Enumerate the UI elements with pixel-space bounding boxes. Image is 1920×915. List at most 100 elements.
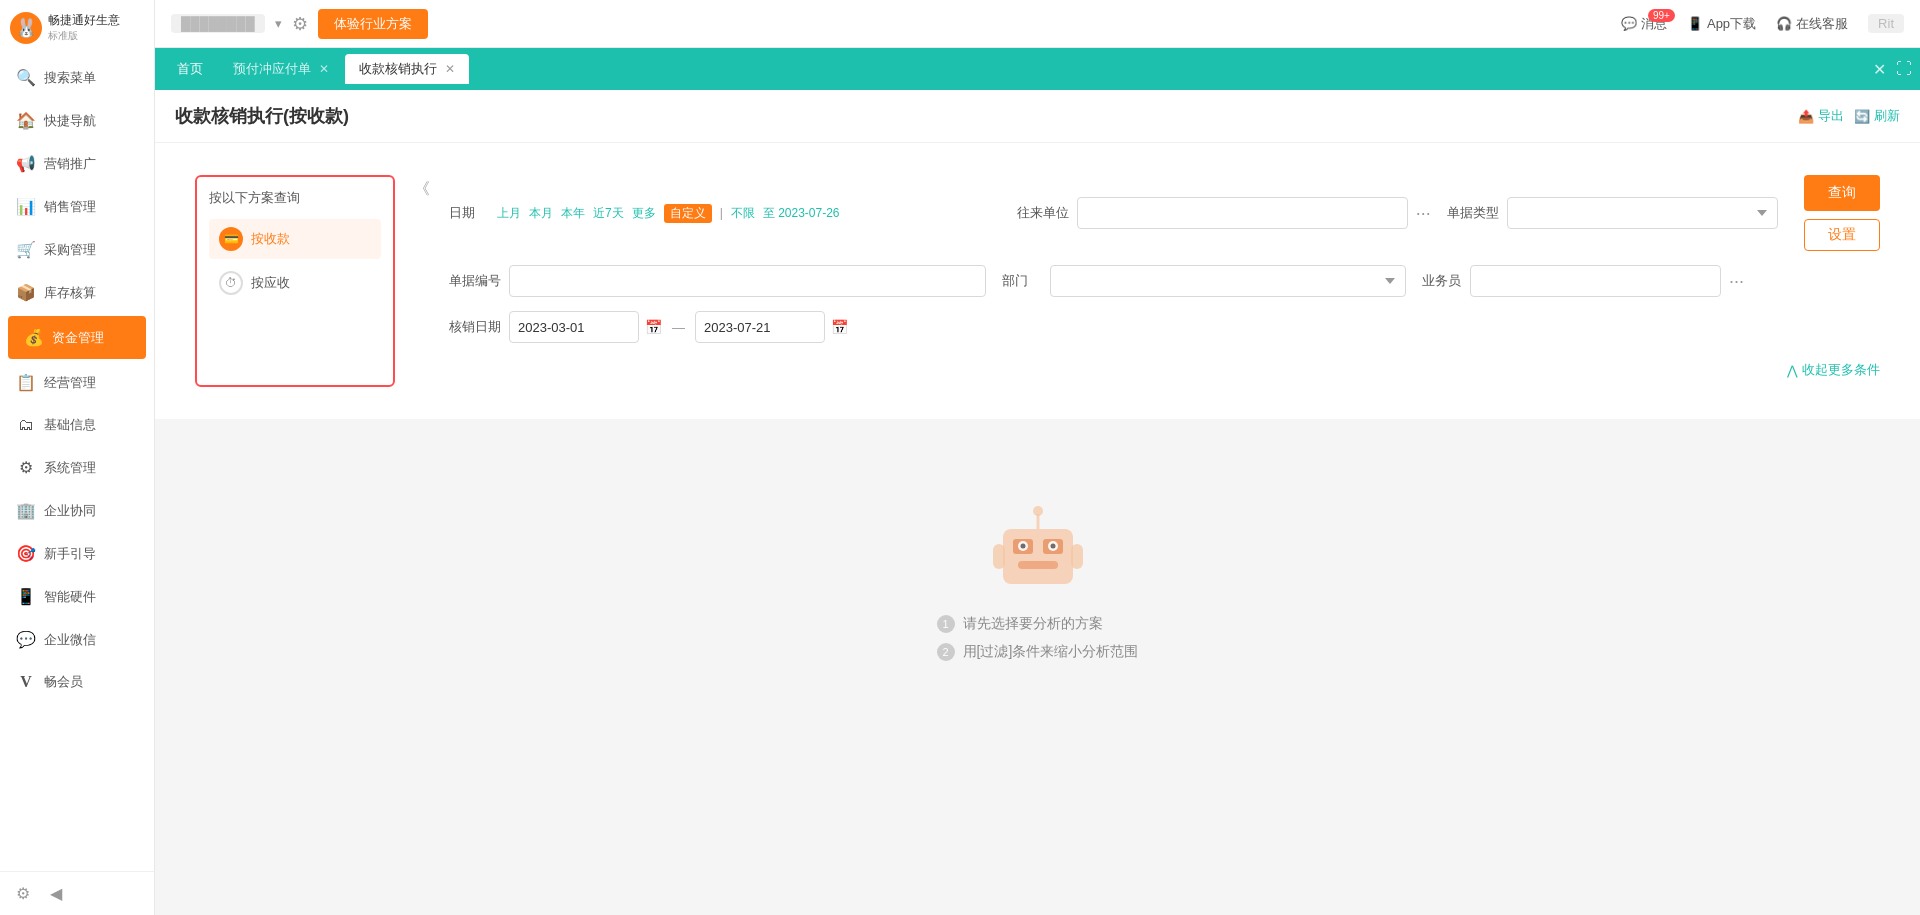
receipt-exec-tab-label: 收款核销执行 xyxy=(359,60,437,78)
app-name: 畅捷通好生意 xyxy=(48,13,120,29)
prepay-tab-label: 预付冲应付单 xyxy=(233,60,311,78)
company-selector[interactable]: ████████ xyxy=(171,14,265,33)
service-icon: 🎧 xyxy=(1776,16,1792,31)
sidebar-item-wechat[interactable]: 💬 企业微信 xyxy=(0,618,154,661)
basic-icon: 🗂 xyxy=(16,416,36,434)
receivable-option-icon: ⏱ xyxy=(219,271,243,295)
sidebar-item-label: 销售管理 xyxy=(44,198,96,216)
prepay-tab-close[interactable]: ✕ xyxy=(319,62,329,76)
user-avatar[interactable]: Rit xyxy=(1868,14,1904,33)
sidebar-item-quick-nav[interactable]: 🏠 快捷导航 xyxy=(0,99,154,142)
app-version: 标准版 xyxy=(48,29,120,43)
sidebar-item-hardware[interactable]: 📱 智能硬件 xyxy=(0,575,154,618)
logo-icon: 🐰 xyxy=(10,12,42,44)
online-service-item[interactable]: 🎧 在线客服 xyxy=(1776,15,1848,33)
export-button[interactable]: 📤 导出 xyxy=(1798,107,1844,125)
date-shortcut-this-year[interactable]: 本年 xyxy=(561,205,585,222)
verify-date-end-calendar-icon[interactable]: 📅 xyxy=(831,319,848,335)
tip-num-1: 1 xyxy=(937,615,955,633)
staff-input[interactable] xyxy=(1470,265,1721,297)
date-shortcut-7days[interactable]: 近7天 xyxy=(593,205,624,222)
sidebar-item-label: 经营管理 xyxy=(44,374,96,392)
footer-collapse-icon[interactable]: ◀ xyxy=(50,884,62,903)
tab-home[interactable]: 首页 xyxy=(163,54,217,84)
panel-collapse-button[interactable]: 《 xyxy=(411,179,433,200)
settings-form-button[interactable]: 设置 xyxy=(1804,219,1880,251)
inventory-icon: 📦 xyxy=(16,283,36,302)
docnumber-input[interactable] xyxy=(509,265,986,297)
date-shortcut-more[interactable]: 更多 xyxy=(632,205,656,222)
sidebar-item-marketing[interactable]: 📢 营销推广 xyxy=(0,142,154,185)
sidebar-item-label: 搜索菜单 xyxy=(44,69,96,87)
sidebar-item-label: 采购管理 xyxy=(44,241,96,259)
dept-field: 部门 xyxy=(1002,265,1405,297)
svg-point-11 xyxy=(1033,506,1043,516)
solution-button[interactable]: 体验行业方案 xyxy=(318,9,428,39)
query-panel: 按以下方案查询 💳 按收款 ⏱ 按应收 xyxy=(195,175,395,387)
tab-prepay[interactable]: 预付冲应付单 ✕ xyxy=(219,54,343,84)
sidebar-footer: ⚙ ◀ xyxy=(0,871,154,915)
query-button[interactable]: 查询 xyxy=(1804,175,1880,211)
receivable-option-label: 按应收 xyxy=(251,274,290,292)
refresh-icon: 🔄 xyxy=(1854,109,1870,124)
sidebar-item-basic[interactable]: 🗂 基础信息 xyxy=(0,404,154,446)
counterpart-input[interactable] xyxy=(1077,197,1408,229)
app-download-item[interactable]: 📱 App下载 xyxy=(1687,15,1756,33)
header-right: 💬 消息 99+ 📱 App下载 🎧 在线客服 Rit xyxy=(1621,14,1904,33)
verify-date-label: 核销日期 xyxy=(449,318,501,336)
date-range-separator: — xyxy=(672,320,685,335)
sidebar-item-enterprise[interactable]: 🏢 企业协同 xyxy=(0,489,154,532)
docnumber-field: 单据编号 xyxy=(449,265,986,297)
query-option-by-receivable[interactable]: ⏱ 按应收 xyxy=(209,263,381,303)
dropdown-chevron[interactable]: ▾ xyxy=(275,16,282,31)
refresh-button[interactable]: 🔄 刷新 xyxy=(1854,107,1900,125)
header-left: ████████ ▾ ⚙ 体验行业方案 xyxy=(171,9,428,39)
counterpart-dots[interactable]: ··· xyxy=(1416,203,1431,224)
doctype-select[interactable] xyxy=(1507,197,1778,229)
staff-dots[interactable]: ··· xyxy=(1729,271,1744,292)
svg-rect-5 xyxy=(1071,544,1083,569)
message-badge-item[interactable]: 💬 消息 99+ xyxy=(1621,15,1667,33)
filter-section: 按以下方案查询 💳 按收款 ⏱ 按应收 《 xyxy=(155,143,1920,419)
svg-rect-4 xyxy=(993,544,1005,569)
sidebar-item-label: 基础信息 xyxy=(44,416,96,434)
verify-date-end-input[interactable] xyxy=(695,311,825,343)
tab-expand-icon[interactable]: ⛶ xyxy=(1896,60,1912,78)
sidebar-item-label: 系统管理 xyxy=(44,459,96,477)
svg-rect-3 xyxy=(1018,561,1058,569)
verify-date-start-calendar-icon[interactable]: 📅 xyxy=(645,319,662,335)
page-header-actions: 📤 导出 🔄 刷新 xyxy=(1798,107,1900,139)
collapse-more-button[interactable]: ⋀ 收起更多条件 xyxy=(1787,361,1880,379)
collapse-more-label: 收起更多条件 xyxy=(1802,361,1880,379)
tab-close-all-icon[interactable]: ✕ xyxy=(1873,60,1886,79)
sidebar-item-vip[interactable]: V 畅会员 xyxy=(0,661,154,703)
main-panel: ████████ ▾ ⚙ 体验行业方案 💬 消息 99+ 📱 App下载 🎧 在… xyxy=(155,0,1920,915)
date-shortcut-last-month[interactable]: 上月 xyxy=(497,205,521,222)
message-icon: 💬 xyxy=(1621,16,1637,31)
tab-receipt-exec[interactable]: 收款核销执行 ✕ xyxy=(345,54,469,84)
date-label: 日期 xyxy=(449,204,489,222)
verify-date-start-input[interactable] xyxy=(509,311,639,343)
sidebar-item-search[interactable]: 🔍 搜索菜单 xyxy=(0,56,154,99)
date-shortcut-this-month[interactable]: 本月 xyxy=(529,205,553,222)
sidebar-item-inventory[interactable]: 📦 库存核算 xyxy=(0,271,154,314)
svg-point-9 xyxy=(1050,544,1055,549)
sidebar-item-label: 企业微信 xyxy=(44,631,96,649)
docnumber-label: 单据编号 xyxy=(449,272,501,290)
sidebar-item-sales[interactable]: 📊 销售管理 xyxy=(0,185,154,228)
query-option-by-receipt[interactable]: 💳 按收款 xyxy=(209,219,381,259)
sidebar-item-system[interactable]: ⚙ 系统管理 xyxy=(0,446,154,489)
verify-date-input-group: 📅 — 📅 xyxy=(509,311,848,343)
sidebar-item-label: 企业协同 xyxy=(44,502,96,520)
receipt-exec-tab-close[interactable]: ✕ xyxy=(445,62,455,76)
receipt-option-label: 按收款 xyxy=(251,230,290,248)
topbar-settings-icon[interactable]: ⚙ xyxy=(292,13,308,35)
sidebar-item-newbie[interactable]: 🎯 新手引导 xyxy=(0,532,154,575)
date-shortcut-custom[interactable]: 自定义 xyxy=(664,204,712,223)
sidebar-item-business[interactable]: 📋 经营管理 xyxy=(0,361,154,404)
sidebar-item-purchase[interactable]: 🛒 采购管理 xyxy=(0,228,154,271)
sidebar-item-finance[interactable]: 💰 资金管理 xyxy=(8,316,146,359)
footer-settings-icon[interactable]: ⚙ xyxy=(16,884,30,903)
message-count: 99+ xyxy=(1648,9,1675,22)
dept-select[interactable] xyxy=(1050,265,1405,297)
